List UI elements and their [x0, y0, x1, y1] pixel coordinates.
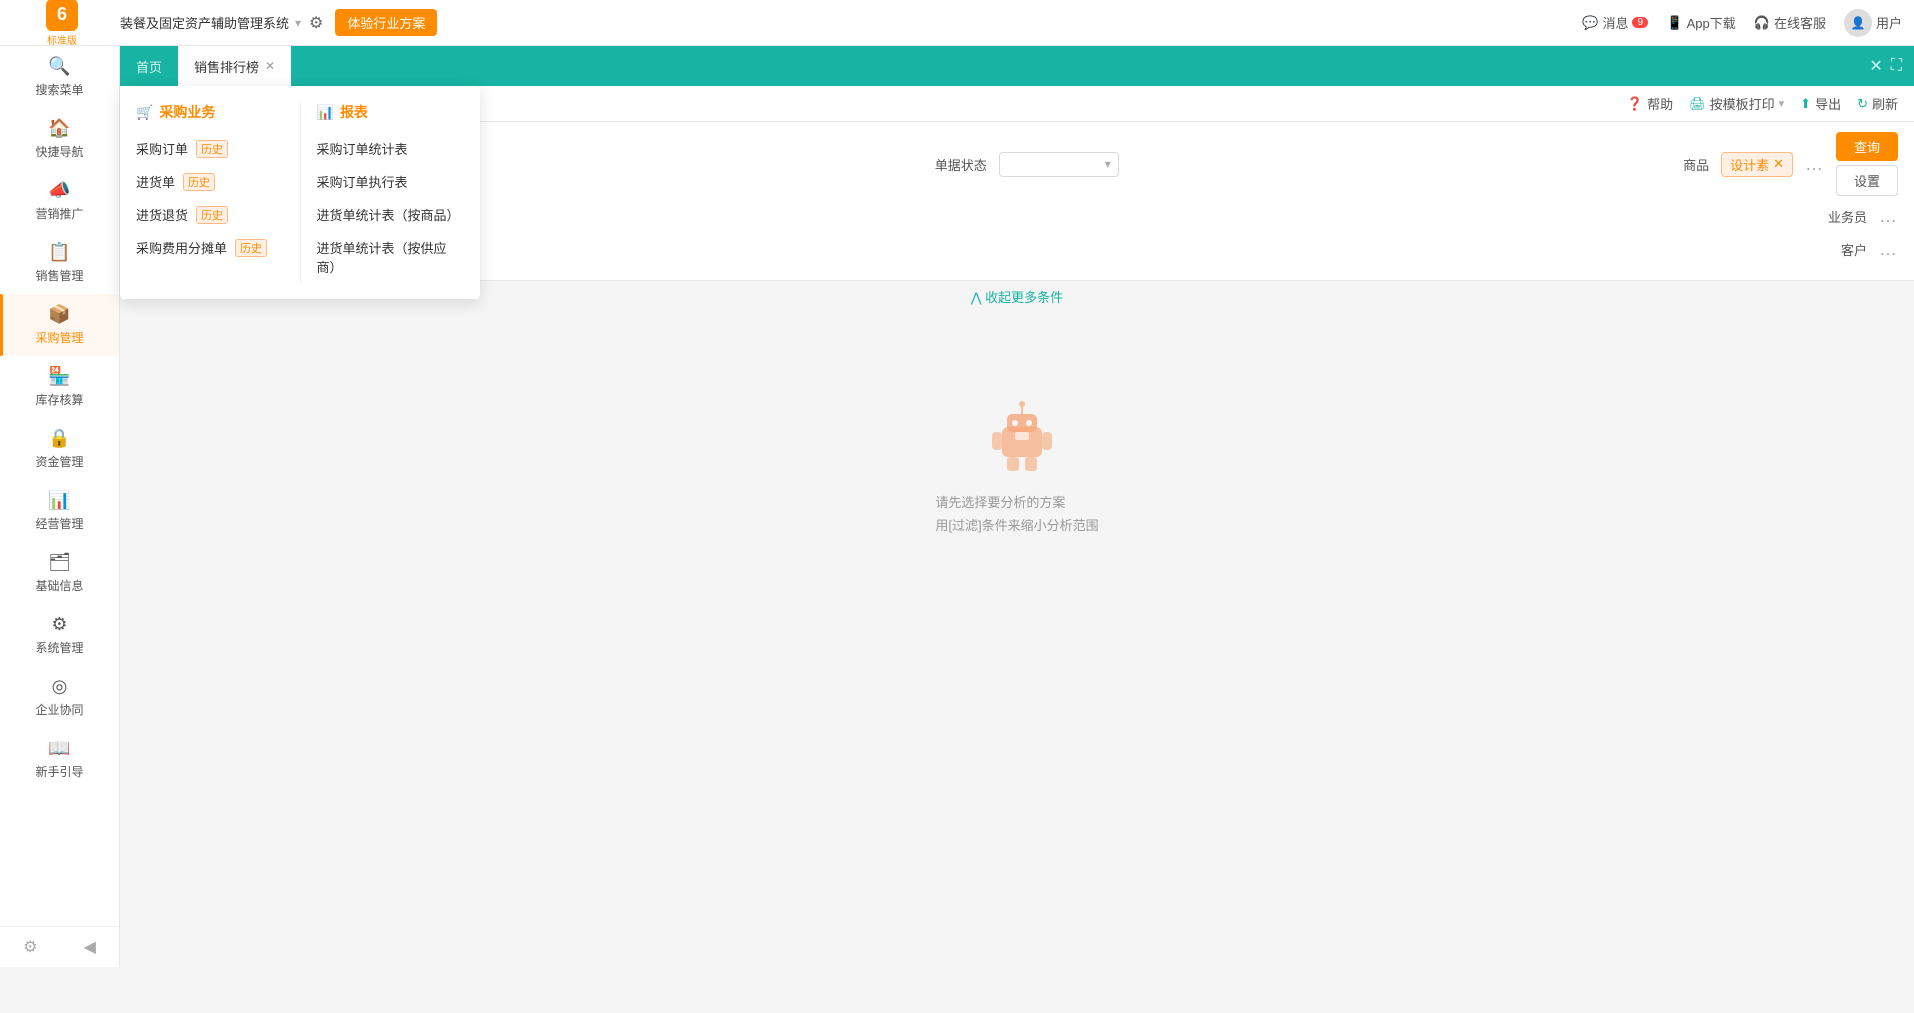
item-label: 采购订单执行表	[317, 172, 408, 191]
history-badge: 历史	[196, 140, 228, 158]
item-label: 进货单	[136, 172, 175, 191]
history-badge: 历史	[183, 173, 215, 191]
item-label: 采购费用分摊单	[136, 238, 227, 257]
history-badge: 历史	[196, 206, 228, 224]
item-label: 进货单统计表（按商品）	[317, 205, 460, 224]
item-label: 采购订单	[136, 139, 188, 158]
dropdown-item-report-order-exec[interactable]: 采购订单执行表	[317, 165, 465, 198]
report-col: 📊 报表 采购订单统计表 采购订单执行表 进货单统计表（按商品） 进货单统计表（…	[300, 102, 481, 283]
purchase-col: 🛒 采购业务 采购订单 历史 进货单 历史 进货退货 历史 采购费用分摊单 历史	[120, 102, 300, 283]
purchase-col-title: 🛒 采购业务	[136, 102, 284, 122]
purchase-col-label: 采购业务	[159, 102, 215, 122]
dropdown-item-purchase-order[interactable]: 采购订单 历史	[136, 132, 284, 165]
purchase-col-icon: 🛒	[136, 104, 153, 121]
item-label: 进货退货	[136, 205, 188, 224]
dropdown-item-report-receipt-goods[interactable]: 进货单统计表（按商品）	[317, 198, 465, 231]
report-col-title: 📊 报表	[317, 102, 465, 122]
report-col-icon: 📊	[317, 104, 334, 121]
dropdown-item-receipt[interactable]: 进货单 历史	[136, 165, 284, 198]
report-col-label: 报表	[340, 102, 368, 122]
item-label: 进货单统计表（按供应商）	[317, 238, 465, 276]
dropdown-item-return[interactable]: 进货退货 历史	[136, 198, 284, 231]
dropdown-item-report-order-stat[interactable]: 采购订单统计表	[317, 132, 465, 165]
purchase-dropdown-menu: 🛒 采购业务 采购订单 历史 进货单 历史 进货退货 历史 采购费用分摊单 历史…	[120, 86, 480, 299]
history-badge: 历史	[235, 239, 267, 257]
dropdown-item-report-receipt-supplier[interactable]: 进货单统计表（按供应商）	[317, 231, 465, 283]
item-label: 采购订单统计表	[317, 139, 408, 158]
dropdown-item-expense[interactable]: 采购费用分摊单 历史	[136, 231, 284, 264]
